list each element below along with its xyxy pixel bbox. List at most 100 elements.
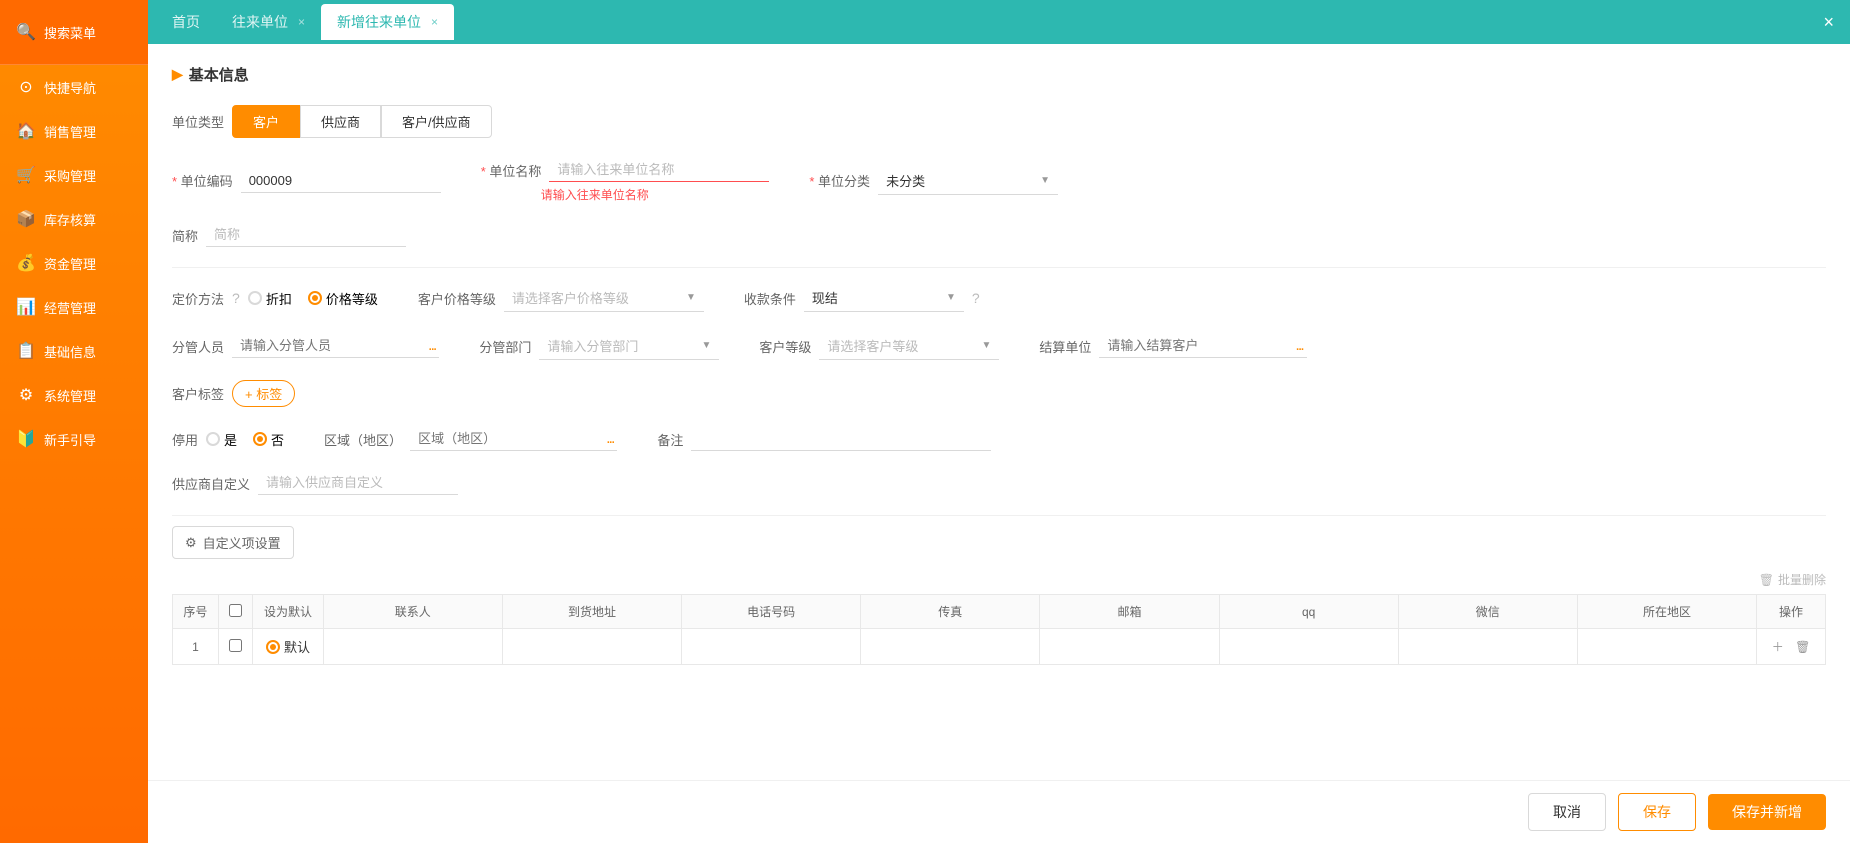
supplier-custom-input[interactable] (258, 471, 458, 495)
pricing-discount[interactable]: 折扣 (248, 289, 292, 308)
region-input[interactable] (410, 427, 602, 450)
row-default-radio-item[interactable]: 默认 (263, 637, 312, 656)
short-name-input[interactable] (206, 223, 406, 247)
finance-icon: 💰 (16, 253, 36, 273)
customer-level-select[interactable]: 请选择客户等级 ▼ (819, 332, 999, 360)
row-phone-input[interactable] (692, 640, 850, 654)
save-button[interactable]: 保存 (1618, 793, 1696, 831)
sidebar-item-purchase[interactable]: 🛒 采购管理 (0, 153, 148, 197)
customer-price-level-select[interactable]: 请选择客户价格等级 ▼ (504, 284, 704, 312)
tags-label: 客户标签 (172, 384, 224, 403)
department-select[interactable]: 请输入分管部门 ▼ (539, 332, 719, 360)
sidebar-item-inventory[interactable]: 📦 库存核算 (0, 197, 148, 241)
disabled-no[interactable]: 否 (253, 430, 284, 449)
manager-field: 分管人员 ... (172, 334, 439, 358)
del-row-icon[interactable]: 🗑 (1791, 638, 1814, 656)
pricing-method-label: 定价方法 (172, 289, 224, 308)
short-name-field: 简称 (172, 223, 406, 247)
newbie-icon: 🔰 (16, 429, 36, 449)
row-checkbox[interactable] (229, 639, 242, 652)
tab-new-partner-close[interactable]: × (431, 15, 438, 29)
cancel-button[interactable]: 取消 (1528, 793, 1606, 831)
tab-home[interactable]: 首页 (156, 4, 216, 40)
add-tag-button[interactable]: + 标签 (232, 380, 295, 407)
unit-category-select[interactable]: 未分类 ▼ (878, 167, 1058, 195)
custom-settings-button[interactable]: ⚙ 自定义项设置 (172, 526, 294, 559)
shortname-row: 简称 (172, 223, 1826, 247)
payment-terms-help-icon[interactable]: ? (972, 290, 980, 306)
remark-input[interactable] (691, 427, 991, 451)
basics-icon: 📋 (16, 341, 36, 361)
supplier-custom-label: 供应商自定义 (172, 474, 250, 493)
pricing-help-icon[interactable]: ? (232, 290, 240, 306)
add-row-icon[interactable]: ＋ (1768, 638, 1788, 656)
row-action-cell: ＋ 🗑 (1757, 629, 1826, 665)
row-fax-input[interactable] (871, 640, 1029, 654)
disabled-yes-radio[interactable] (206, 432, 220, 446)
settlement-more-icon[interactable]: ... (1291, 337, 1306, 355)
row-email-input[interactable] (1050, 640, 1208, 654)
search-icon: 🔍 (16, 22, 36, 42)
tab-partners[interactable]: 往来单位 × (216, 4, 321, 40)
manager-more-icon[interactable]: ... (424, 337, 439, 355)
unit-code-input[interactable] (241, 169, 441, 193)
sidebar-item-search[interactable]: 🔍 搜索菜单 (0, 10, 148, 54)
unit-code-field: 单位编码 (172, 169, 441, 193)
department-arrow: ▼ (701, 340, 711, 351)
unit-category-field: 单位分类 未分类 ▼ (809, 167, 1058, 195)
row-region-input[interactable] (1588, 640, 1746, 654)
sidebar-item-sales[interactable]: 🏠 销售管理 (0, 109, 148, 153)
department-placeholder: 请输入分管部门 (547, 336, 697, 355)
manager-row: 分管人员 ... 分管部门 请输入分管部门 ▼ 客户等级 请选择客户等级 ▼ (172, 332, 1826, 360)
row-default-radio[interactable] (266, 640, 280, 654)
batch-delete-row: 🗑 批量删除 (172, 571, 1826, 588)
department-field: 分管部门 请输入分管部门 ▼ (479, 332, 719, 360)
th-region: 所在地区 (1577, 595, 1756, 629)
close-all-button[interactable]: × (1815, 12, 1842, 33)
region-more-icon[interactable]: ... (602, 430, 617, 448)
row-default-label: 默认 (284, 637, 310, 656)
sidebar-item-finance[interactable]: 💰 资金管理 (0, 241, 148, 285)
payment-terms-select[interactable]: 现结 ▼ (804, 284, 964, 312)
th-phone: 电话号码 (682, 595, 861, 629)
th-default: 设为默认 (253, 595, 323, 629)
quicknav-icon: ⊙ (16, 77, 36, 97)
sidebar-item-newbie[interactable]: 🔰 新手引导 (0, 417, 148, 461)
row-qq-input[interactable] (1230, 640, 1388, 654)
pricing-level[interactable]: 价格等级 (308, 289, 378, 308)
btn-supplier[interactable]: 供应商 (300, 105, 381, 138)
sidebar-item-operations[interactable]: 📊 经营管理 (0, 285, 148, 329)
sidebar-item-system[interactable]: ⚙ 系统管理 (0, 373, 148, 417)
disabled-radio-group: 是 否 (206, 430, 284, 449)
btn-customer[interactable]: 客户 (232, 105, 300, 138)
customer-level-field: 客户等级 请选择客户等级 ▼ (759, 332, 999, 360)
payment-terms-arrow: ▼ (946, 292, 956, 303)
select-all-checkbox[interactable] (229, 604, 242, 617)
manager-input[interactable] (232, 334, 424, 357)
row-contact-input[interactable] (334, 640, 492, 654)
btn-both[interactable]: 客户/供应商 (381, 105, 492, 138)
pricing-level-radio[interactable] (308, 291, 322, 305)
unit-name-input[interactable] (549, 158, 769, 182)
sidebar-item-basics[interactable]: 📋 基础信息 (0, 329, 148, 373)
customer-price-level-label: 客户价格等级 (418, 289, 496, 308)
row-region-cell (1577, 629, 1756, 665)
tab-new-partner[interactable]: 新增往来单位 × (321, 4, 454, 40)
customer-level-label: 客户等级 (759, 337, 811, 356)
row-wechat-input[interactable] (1409, 640, 1567, 654)
customer-price-level-field: 客户价格等级 请选择客户价格等级 ▼ (418, 284, 704, 312)
row-address-input[interactable] (513, 640, 671, 654)
custom-settings-icon: ⚙ (185, 535, 197, 551)
batch-delete-label[interactable]: 批量删除 (1778, 571, 1826, 588)
pricing-discount-radio[interactable] (248, 291, 262, 305)
sidebar-item-quicknav[interactable]: ⊙ 快捷导航 (0, 65, 148, 109)
disabled-no-radio[interactable] (253, 432, 267, 446)
customer-level-arrow: ▼ (981, 340, 991, 351)
disabled-yes[interactable]: 是 (206, 430, 237, 449)
row-qq-cell (1219, 629, 1398, 665)
tab-partners-close[interactable]: × (298, 15, 305, 29)
settlement-unit-input[interactable] (1099, 334, 1291, 357)
unit-name-field: 单位名称 请输入往来单位名称 (481, 158, 770, 203)
save-and-add-button[interactable]: 保存并新增 (1708, 794, 1826, 830)
section-title: ▶ 基本信息 (172, 64, 1826, 85)
